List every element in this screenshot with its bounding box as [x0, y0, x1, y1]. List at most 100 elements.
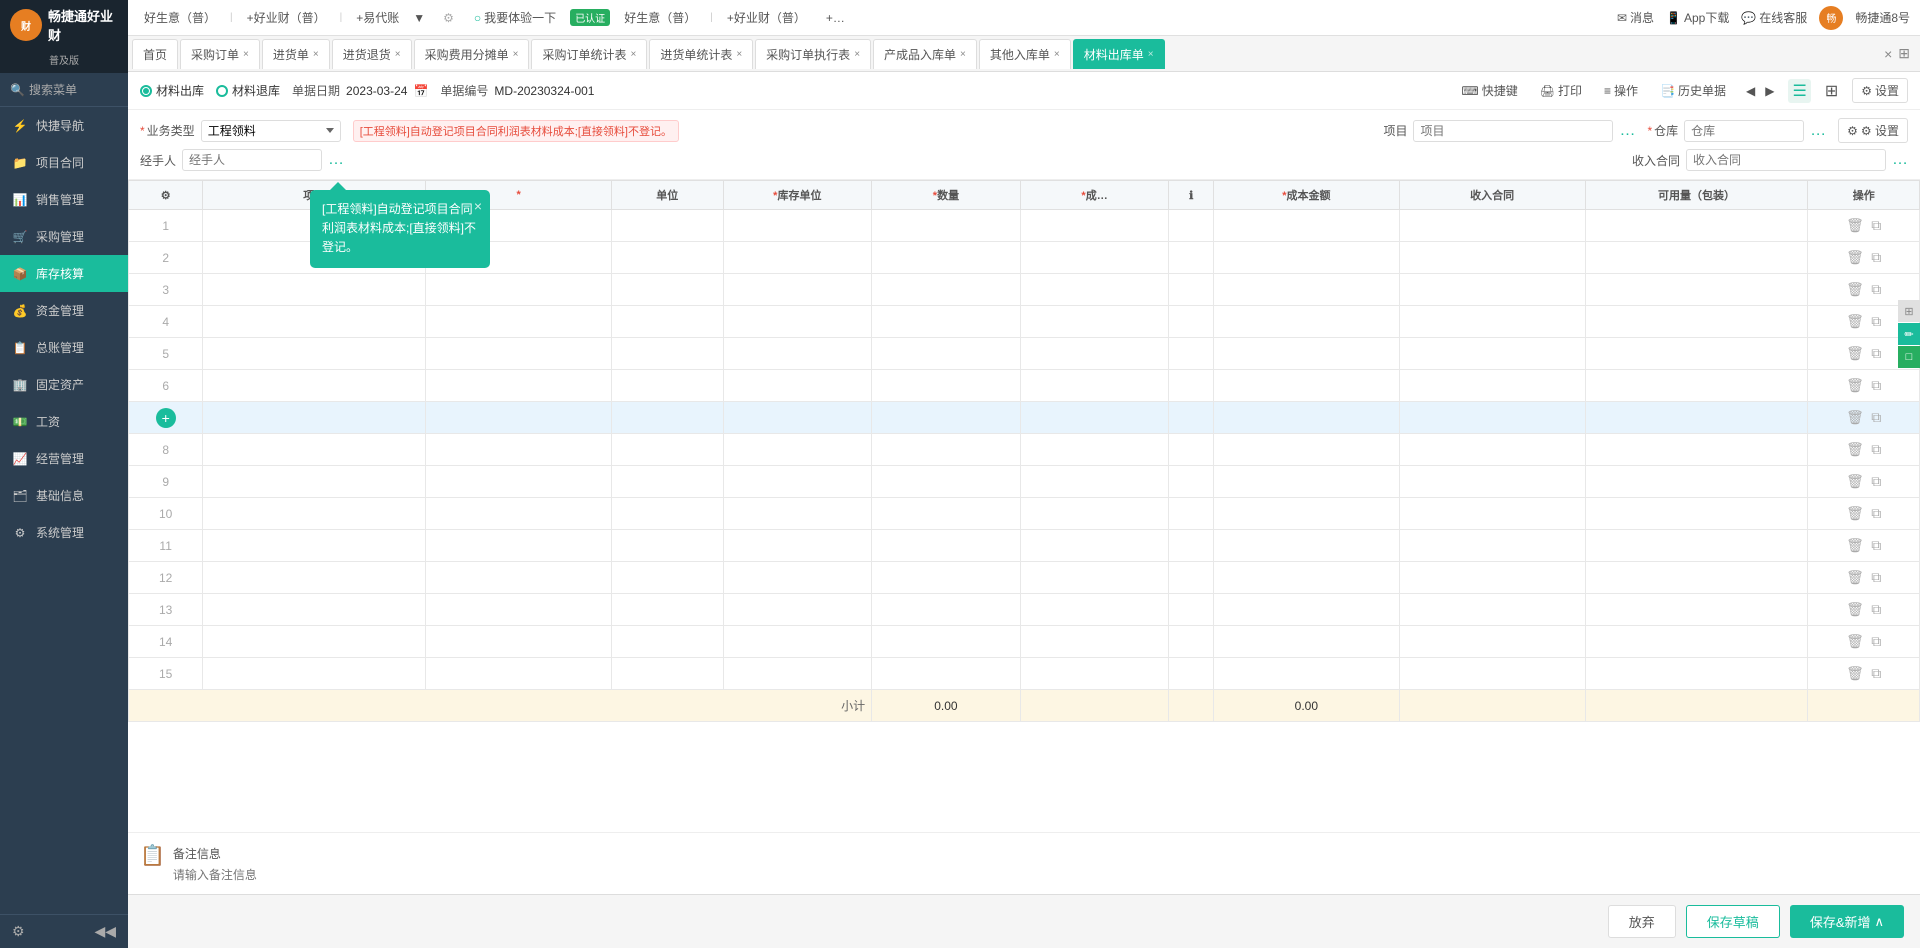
nav-prev-btn[interactable]: ◀ — [1742, 82, 1759, 100]
warehouse-input[interactable] — [1684, 120, 1804, 142]
tooltip-close[interactable]: × — [474, 195, 482, 217]
row-item[interactable] — [203, 562, 426, 594]
delete-icon[interactable]: 🗑 — [1846, 249, 1864, 265]
row-costamt[interactable] — [1213, 466, 1399, 498]
tab-close-icon[interactable]: × — [630, 49, 636, 60]
sidebar-item-salary[interactable]: 💵 工资 — [0, 403, 128, 440]
row-unit[interactable] — [612, 658, 723, 690]
row-cost[interactable] — [1020, 530, 1169, 562]
row-stounit[interactable] — [723, 242, 872, 274]
row-cost[interactable] — [1020, 626, 1169, 658]
topbar-service[interactable]: 💬 在线客服 — [1741, 9, 1807, 26]
row-stounit[interactable] — [723, 498, 872, 530]
topbar-haoshengyi[interactable]: 好生意（普） — [138, 7, 222, 28]
copy-icon[interactable]: ⧉ — [1871, 249, 1881, 265]
row-item-input[interactable] — [203, 402, 426, 434]
row-spec[interactable] — [426, 658, 612, 690]
topbar-app[interactable]: 📱 App下载 — [1666, 9, 1729, 26]
row-qty[interactable] — [872, 210, 1021, 242]
row-qty[interactable] — [872, 466, 1021, 498]
delete-icon[interactable]: 🗑 — [1846, 601, 1864, 617]
row-unit[interactable] — [612, 338, 723, 370]
th-settings[interactable]: ⚙ — [129, 181, 203, 210]
row-qty[interactable] — [872, 626, 1021, 658]
row-cost[interactable] — [1020, 594, 1169, 626]
item-input[interactable] — [209, 411, 419, 425]
copy-icon[interactable]: ⧉ — [1871, 377, 1881, 393]
row-stounit[interactable] — [723, 530, 872, 562]
sidebar-collapse-icon[interactable]: ◀◀ — [94, 923, 116, 940]
save-new-button[interactable]: 保存&新增 ∧ — [1790, 905, 1904, 938]
row-costamt[interactable] — [1213, 338, 1399, 370]
row-contract[interactable] — [1399, 658, 1585, 690]
tab-purchase-return[interactable]: 进货退货 × — [332, 39, 412, 69]
row-costamt[interactable] — [1213, 530, 1399, 562]
row-costamt[interactable] — [1213, 498, 1399, 530]
row-qty[interactable] — [872, 594, 1021, 626]
row-stounit[interactable] — [723, 274, 872, 306]
copy-icon[interactable]: ⧉ — [1871, 217, 1881, 233]
row-item[interactable] — [203, 498, 426, 530]
business-type-input[interactable] — [201, 120, 341, 142]
delete-icon[interactable]: 🗑 — [1846, 665, 1864, 681]
row-costamt[interactable] — [1213, 626, 1399, 658]
operations-btn[interactable]: ≡ 操作 — [1598, 79, 1644, 102]
row-qty[interactable] — [872, 498, 1021, 530]
row-qty[interactable] — [872, 306, 1021, 338]
row-stounit[interactable] — [723, 562, 872, 594]
copy-icon[interactable]: ⧉ — [1871, 537, 1881, 553]
row-costamt[interactable] — [1213, 594, 1399, 626]
row-contract[interactable] — [1399, 562, 1585, 594]
tab-purchase-order[interactable]: 采购订单 × — [180, 39, 260, 69]
row-stounit[interactable] — [723, 594, 872, 626]
topbar-haoyecai[interactable]: +好业财（普） — [241, 7, 332, 28]
copy-icon[interactable]: ⧉ — [1871, 569, 1881, 585]
row-item[interactable] — [203, 594, 426, 626]
row-costamt[interactable] — [1213, 274, 1399, 306]
right-panel-icon-3[interactable]: □ — [1898, 346, 1920, 368]
row-qty[interactable] — [872, 658, 1021, 690]
delete-icon[interactable]: 🗑 — [1846, 409, 1864, 425]
income-contract-dots[interactable]: … — [1892, 152, 1908, 168]
row-stounit[interactable] — [723, 434, 872, 466]
delete-icon[interactable]: 🗑 — [1846, 377, 1864, 393]
copy-icon[interactable]: ⧉ — [1871, 345, 1881, 361]
row-item[interactable] — [203, 530, 426, 562]
tab-home[interactable]: 首页 — [132, 39, 178, 69]
topbar-haoshengyi2[interactable]: 好生意（普） — [618, 7, 702, 28]
row-unit[interactable] — [612, 498, 723, 530]
row-qty[interactable] — [872, 338, 1021, 370]
tab-close-icon[interactable]: × — [854, 49, 860, 60]
row-spec-input[interactable] — [426, 402, 612, 434]
row-spec[interactable] — [426, 498, 612, 530]
topbar-more2[interactable]: +… — [820, 9, 851, 27]
delete-icon[interactable]: 🗑 — [1846, 633, 1864, 649]
history-btn[interactable]: 📑 历史单据 — [1654, 79, 1732, 102]
row-item[interactable] — [203, 626, 426, 658]
row-unit[interactable] — [612, 530, 723, 562]
project-dots[interactable]: … — [1619, 123, 1635, 139]
row-unit[interactable] — [612, 210, 723, 242]
copy-icon[interactable]: ⧉ — [1871, 473, 1881, 489]
tab-other-in[interactable]: 其他入库单 × — [979, 39, 1071, 69]
project-input[interactable] — [1413, 120, 1613, 142]
notes-input[interactable] — [173, 864, 1908, 886]
tab-purchase-cost[interactable]: 采购费用分摊单 × — [414, 39, 530, 69]
sidebar-item-shortcuts[interactable]: ⚡ 快捷导航 — [0, 107, 128, 144]
row-cost[interactable] — [1020, 370, 1169, 402]
sidebar-item-sales[interactable]: 📊 销售管理 — [0, 181, 128, 218]
tab-close-icon[interactable]: × — [1148, 49, 1154, 60]
delete-icon[interactable]: 🗑 — [1846, 505, 1864, 521]
income-contract-input[interactable] — [1686, 149, 1886, 171]
topbar-username[interactable]: 畅捷通8号 — [1855, 9, 1910, 26]
row-contract[interactable] — [1399, 594, 1585, 626]
save-draft-button[interactable]: 保存草稿 — [1686, 905, 1780, 938]
tab-close-icon[interactable]: × — [513, 49, 519, 60]
row-costamt[interactable] — [1213, 242, 1399, 274]
spec-input[interactable] — [432, 411, 605, 425]
copy-icon[interactable]: ⧉ — [1871, 665, 1881, 681]
row-spec[interactable] — [426, 370, 612, 402]
row-item[interactable] — [203, 658, 426, 690]
sidebar-settings-icon[interactable]: ⚙ — [12, 923, 25, 940]
view-list-icon[interactable]: ☰ — [1788, 79, 1810, 103]
